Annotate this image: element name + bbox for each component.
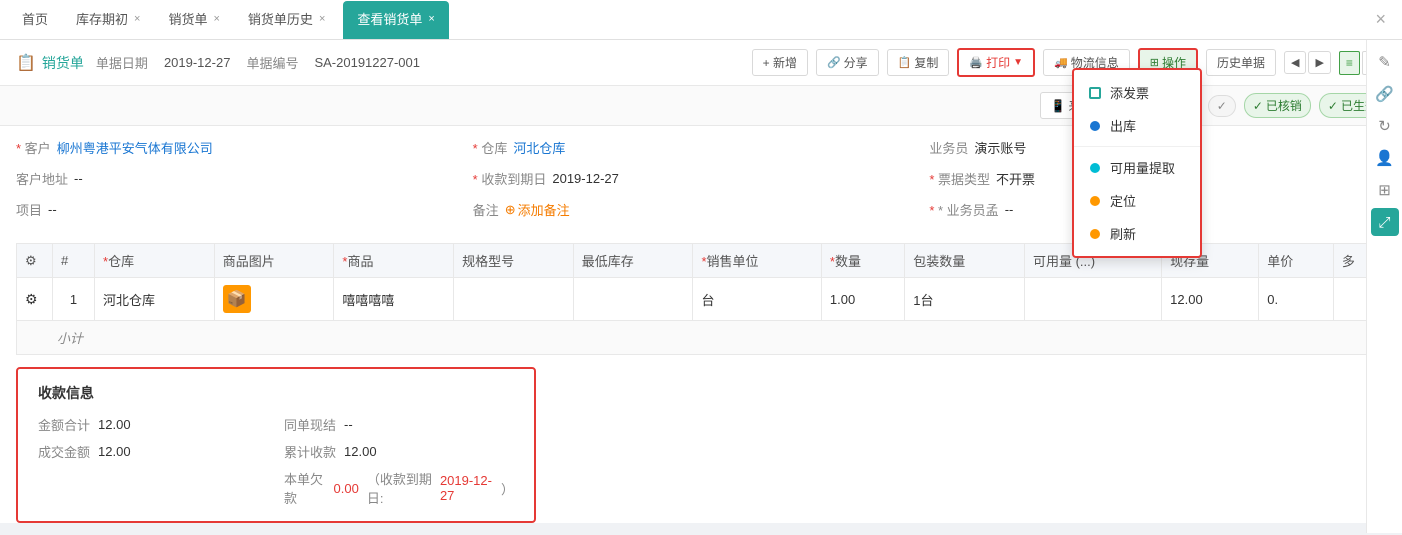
- history-button[interactable]: 历史单据: [1206, 49, 1276, 76]
- copy-button[interactable]: 📋 复制: [887, 49, 950, 76]
- table-container: ⚙ # *仓库 商品图片 *商品 规格型号 最低库存 *销售单位 *数量 包装数…: [0, 243, 1402, 355]
- available-qty-icon: [1088, 161, 1102, 175]
- gear-icon[interactable]: ⚙: [25, 253, 37, 268]
- row-warehouse: 河北仓库: [95, 278, 215, 321]
- row-pack-qty: 1台: [905, 278, 1025, 321]
- cancelled-badge: ✓ 已核销: [1244, 93, 1311, 118]
- print-button[interactable]: 🖨️ 打印 ▼: [957, 48, 1035, 77]
- document-meta: 单据日期 2019-12-27 单据编号 SA-20191227-001: [96, 53, 420, 72]
- navigation-arrows: ◀ ▶: [1284, 51, 1331, 74]
- share-button[interactable]: 🔗 分享: [816, 49, 879, 76]
- col-gear: ⚙: [17, 244, 53, 278]
- add-invoice-icon: [1088, 86, 1102, 100]
- table-sidebar-icon[interactable]: ⊞: [1371, 176, 1399, 204]
- tab-sales[interactable]: 销货单 ×: [154, 1, 233, 39]
- tab-view-sales[interactable]: 查看销货单 ×: [343, 1, 448, 39]
- note-field: 备注 ⊕ 添加备注: [473, 200, 930, 219]
- row-available: [1024, 278, 1161, 321]
- col-product: *商品: [334, 244, 454, 278]
- col-unit: *销售单位: [693, 244, 821, 278]
- tab-sales-history[interactable]: 销货单历史 ×: [234, 1, 339, 39]
- refresh-icon: [1088, 227, 1102, 241]
- row-gear[interactable]: ⚙: [17, 278, 53, 321]
- warehouse-field: 仓库 河北仓库: [473, 138, 930, 157]
- payment-grid: 金额合计 12.00 同单现结 -- 成交金额 12.00 累计收款 12.00…: [38, 415, 514, 507]
- list-view-button[interactable]: ≡: [1339, 51, 1360, 75]
- refresh-sidebar-icon[interactable]: ↻: [1371, 112, 1399, 140]
- expand-sidebar-icon[interactable]: ⤢: [1371, 208, 1399, 236]
- col-spec: 规格型号: [454, 244, 574, 278]
- row-spec: [454, 278, 574, 321]
- prev-arrow[interactable]: ◀: [1284, 51, 1306, 74]
- customer-field: 客户 柳州粤港平安气体有限公司: [16, 138, 473, 157]
- operations-dropdown: 添发票 出库 可用量提取 定位 刷新: [1072, 68, 1202, 258]
- row-price: 0.: [1259, 278, 1334, 321]
- sales-table: ⚙ # *仓库 商品图片 *商品 规格型号 最低库存 *销售单位 *数量 包装数…: [16, 243, 1386, 355]
- col-num: #: [53, 244, 95, 278]
- right-sidebar: ✎ 🔗 ↻ 👤 ⊞ ⤢: [1366, 40, 1402, 533]
- project-field: 项目 --: [16, 200, 473, 219]
- total-amount-item: 金额合计 12.00: [38, 415, 268, 434]
- address-field: 客户地址 --: [16, 169, 473, 188]
- cumulative-payment-item: 累计收款 12.00: [284, 442, 514, 461]
- edit-sidebar-icon[interactable]: ✎: [1371, 48, 1399, 76]
- tab-bar-close-button[interactable]: ×: [1367, 9, 1394, 30]
- col-qty: *数量: [821, 244, 904, 278]
- tab-view-sales-close[interactable]: ×: [428, 13, 434, 25]
- row-product: 嘻嘻嘻嘻: [334, 278, 454, 321]
- product-image: 📦: [223, 285, 251, 313]
- col-pack-qty: 包装数量: [905, 244, 1025, 278]
- row-unit: 台: [693, 278, 821, 321]
- arrears-item: 本单欠款 0.00 （收款到期日: 2019-12-27 ）: [284, 469, 514, 507]
- link-sidebar-icon[interactable]: 🔗: [1371, 80, 1399, 108]
- same-order-item: 同单现结 --: [284, 415, 514, 434]
- outbound-icon: [1088, 119, 1102, 133]
- row-min-stock: [573, 278, 693, 321]
- refresh-item[interactable]: 刷新: [1074, 217, 1200, 250]
- row-current-stock: 12.00: [1162, 278, 1259, 321]
- verified-icon: ✓: [1208, 95, 1236, 117]
- document-actions: + 新增 🔗 分享 📋 复制 🖨️ 打印 ▼ 🚚 物流信息 ⊞ 操作: [752, 48, 1386, 77]
- tab-bar: 首页 库存期初 × 销货单 × 销货单历史 × 查看销货单 × ×: [0, 0, 1402, 40]
- add-note-button[interactable]: ⊕ 添加备注: [505, 200, 570, 219]
- dropdown-divider: [1074, 146, 1200, 147]
- location-icon: [1088, 194, 1102, 208]
- payment-title: 收款信息: [38, 383, 514, 403]
- col-image: 商品图片: [214, 244, 334, 278]
- tab-sales-close[interactable]: ×: [213, 13, 219, 25]
- payment-info-box: 收款信息 金额合计 12.00 同单现结 -- 成交金额 12.00 累计收款 …: [16, 367, 536, 523]
- document-title: 📋 销货单: [16, 53, 84, 73]
- tab-inventory[interactable]: 库存期初 ×: [62, 1, 154, 39]
- next-arrow[interactable]: ▶: [1308, 51, 1330, 74]
- new-button[interactable]: + 新增: [752, 49, 808, 76]
- col-min-stock: 最低库存: [573, 244, 693, 278]
- row-number: 1: [53, 278, 95, 321]
- location-item[interactable]: 定位: [1074, 184, 1200, 217]
- tab-inventory-close[interactable]: ×: [134, 13, 140, 25]
- person-sidebar-icon[interactable]: 👤: [1371, 144, 1399, 172]
- add-invoice-item[interactable]: 添发票: [1074, 76, 1200, 109]
- table-row: ⚙ 1 河北仓库 📦 嘻嘻嘻嘻 台 1.00 1台 12.00: [17, 278, 1386, 321]
- col-warehouse: *仓库: [95, 244, 215, 278]
- available-qty-item[interactable]: 可用量提取: [1074, 151, 1200, 184]
- transaction-amount-item: 成交金额 12.00: [38, 442, 268, 461]
- subtotal-label: 小计: [17, 321, 1386, 355]
- row-image: 📦: [214, 278, 334, 321]
- subtotal-row: 小计: [17, 321, 1386, 355]
- outbound-item[interactable]: 出库: [1074, 109, 1200, 142]
- due-date-field: 收款到期日 2019-12-27: [473, 169, 930, 188]
- sales-order-icon: 📋: [16, 53, 36, 73]
- tab-sales-history-close[interactable]: ×: [319, 13, 325, 25]
- tab-home[interactable]: 首页: [8, 1, 62, 39]
- col-price: 单价: [1259, 244, 1334, 278]
- row-qty: 1.00: [821, 278, 904, 321]
